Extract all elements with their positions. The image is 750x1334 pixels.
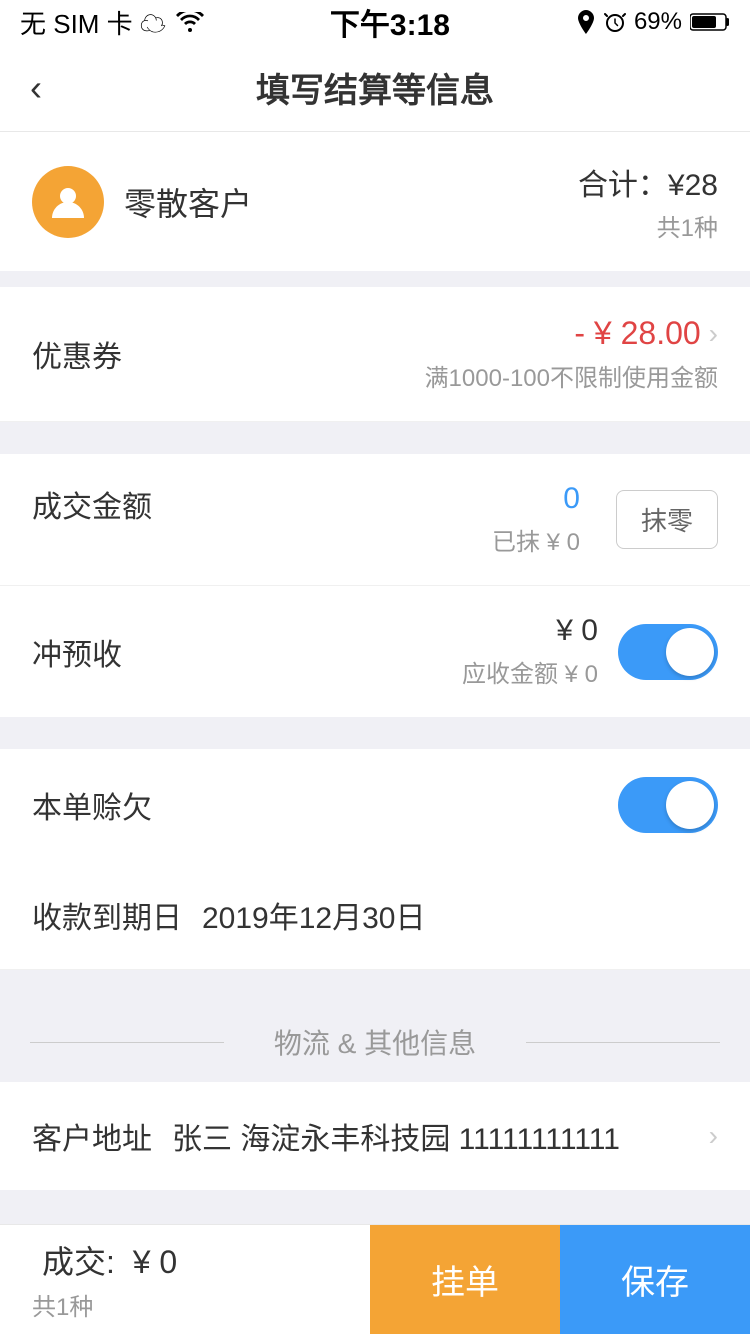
sim-status: 无 SIM 卡 ☁: [20, 4, 166, 41]
divider-1: [0, 438, 750, 454]
battery-icon: [690, 12, 730, 32]
round-zero-button[interactable]: 抹零: [616, 490, 718, 549]
chevron-right-icon: ›: [709, 318, 718, 350]
toggle-thumb: [666, 628, 714, 676]
save-button[interactable]: 保存: [560, 1225, 750, 1334]
main-content: 零散客户 合计：¥28 共1种 优惠券 - ¥ 28.00 › 满1000-10…: [0, 132, 750, 1326]
wifi-icon: [176, 12, 204, 32]
deal-amount-label: 成交金额: [32, 482, 152, 526]
logistics-label: 物流 & 其他信息: [274, 1022, 476, 1062]
bottom-count: 共1种: [32, 1287, 338, 1322]
customer-name: 零散客户: [124, 179, 252, 225]
bottom-deal-label: 成交:: [42, 1244, 115, 1280]
divider-line-right: [526, 1042, 720, 1043]
duedate-row: 收款到期日 2019年12月30日: [0, 861, 750, 970]
coupon-section[interactable]: 优惠券 - ¥ 28.00 › 满1000-100不限制使用金额: [0, 287, 750, 422]
deal-amount-section: 成交金额 0 已抹 ¥ 0 抹零 冲预收 ¥ 0 应收金额 ¥ 0: [0, 454, 750, 717]
prepayment-toggle[interactable]: [618, 624, 718, 680]
customer-row: 零散客户 合计：¥28 共1种: [0, 132, 750, 271]
address-section: 客户地址 张三 海淀永丰科技园 11111111111 ›: [0, 1082, 750, 1190]
avatar: [32, 166, 104, 238]
customer-total: 合计：¥28: [578, 160, 718, 204]
location-icon: [576, 10, 596, 34]
duedate-label: 收款到期日: [32, 893, 182, 937]
page-title: 填写结算等信息: [256, 63, 494, 112]
coupon-label: 优惠券: [32, 332, 122, 376]
deal-amount-row: 成交金额 0 已抹 ¥ 0 抹零: [0, 454, 750, 586]
credit-row: 本单赊欠: [0, 749, 750, 861]
credit-section: 本单赊欠 收款到期日 2019年12月30日: [0, 749, 750, 970]
status-time: 下午3:18: [330, 0, 450, 44]
nav-bar: ‹ 填写结算等信息: [0, 44, 750, 132]
divider-line-left: [30, 1042, 224, 1043]
address-row[interactable]: 客户地址 张三 海淀永丰科技园 11111111111 ›: [0, 1082, 750, 1190]
prepayment-value: ¥ 0: [556, 614, 598, 648]
prepayment-label: 冲预收: [32, 630, 122, 674]
credit-label: 本单赊欠: [32, 783, 152, 827]
bottom-bar: 成交: ¥ 0 共1种 挂单 保存: [0, 1224, 750, 1334]
coupon-discount: - ¥ 28.00: [574, 315, 700, 352]
customer-count: 共1种: [578, 208, 718, 243]
credit-toggle[interactable]: [618, 777, 718, 833]
prepayment-row: 冲预收 ¥ 0 应收金额 ¥ 0: [0, 586, 750, 717]
bottom-info: 成交: ¥ 0 共1种: [0, 1237, 370, 1322]
status-bar: 无 SIM 卡 ☁ 下午3:18 69%: [0, 0, 750, 44]
deal-amount-sub: 已抹 ¥ 0: [492, 522, 580, 557]
logistics-section-header: 物流 & 其他信息: [0, 1002, 750, 1082]
address-value: 张三 海淀永丰科技园 11111111111: [172, 1114, 701, 1158]
address-chevron-icon: ›: [709, 1120, 718, 1152]
deal-amount-value: 0: [563, 482, 580, 516]
pending-button[interactable]: 挂单: [370, 1225, 560, 1334]
divider-3: [0, 986, 750, 1002]
person-icon: [48, 182, 88, 222]
duedate-value: 2019年12月30日: [202, 893, 425, 937]
coupon-row[interactable]: 优惠券 - ¥ 28.00 › 满1000-100不限制使用金额: [0, 287, 750, 422]
status-right: 69%: [576, 8, 730, 36]
divider-2: [0, 733, 750, 749]
coupon-description: 满1000-100不限制使用金额: [425, 358, 718, 393]
alarm-icon: [604, 11, 626, 33]
address-label: 客户地址: [32, 1114, 152, 1158]
credit-toggle-thumb: [666, 781, 714, 829]
bottom-deal-amount: ¥ 0: [133, 1244, 177, 1280]
status-left: 无 SIM 卡 ☁: [20, 4, 204, 41]
bottom-deal: 成交: ¥ 0: [32, 1237, 338, 1283]
prepayment-sub: 应收金额 ¥ 0: [462, 654, 598, 689]
back-button[interactable]: ‹: [30, 67, 42, 109]
battery-percent: 69%: [634, 8, 682, 36]
